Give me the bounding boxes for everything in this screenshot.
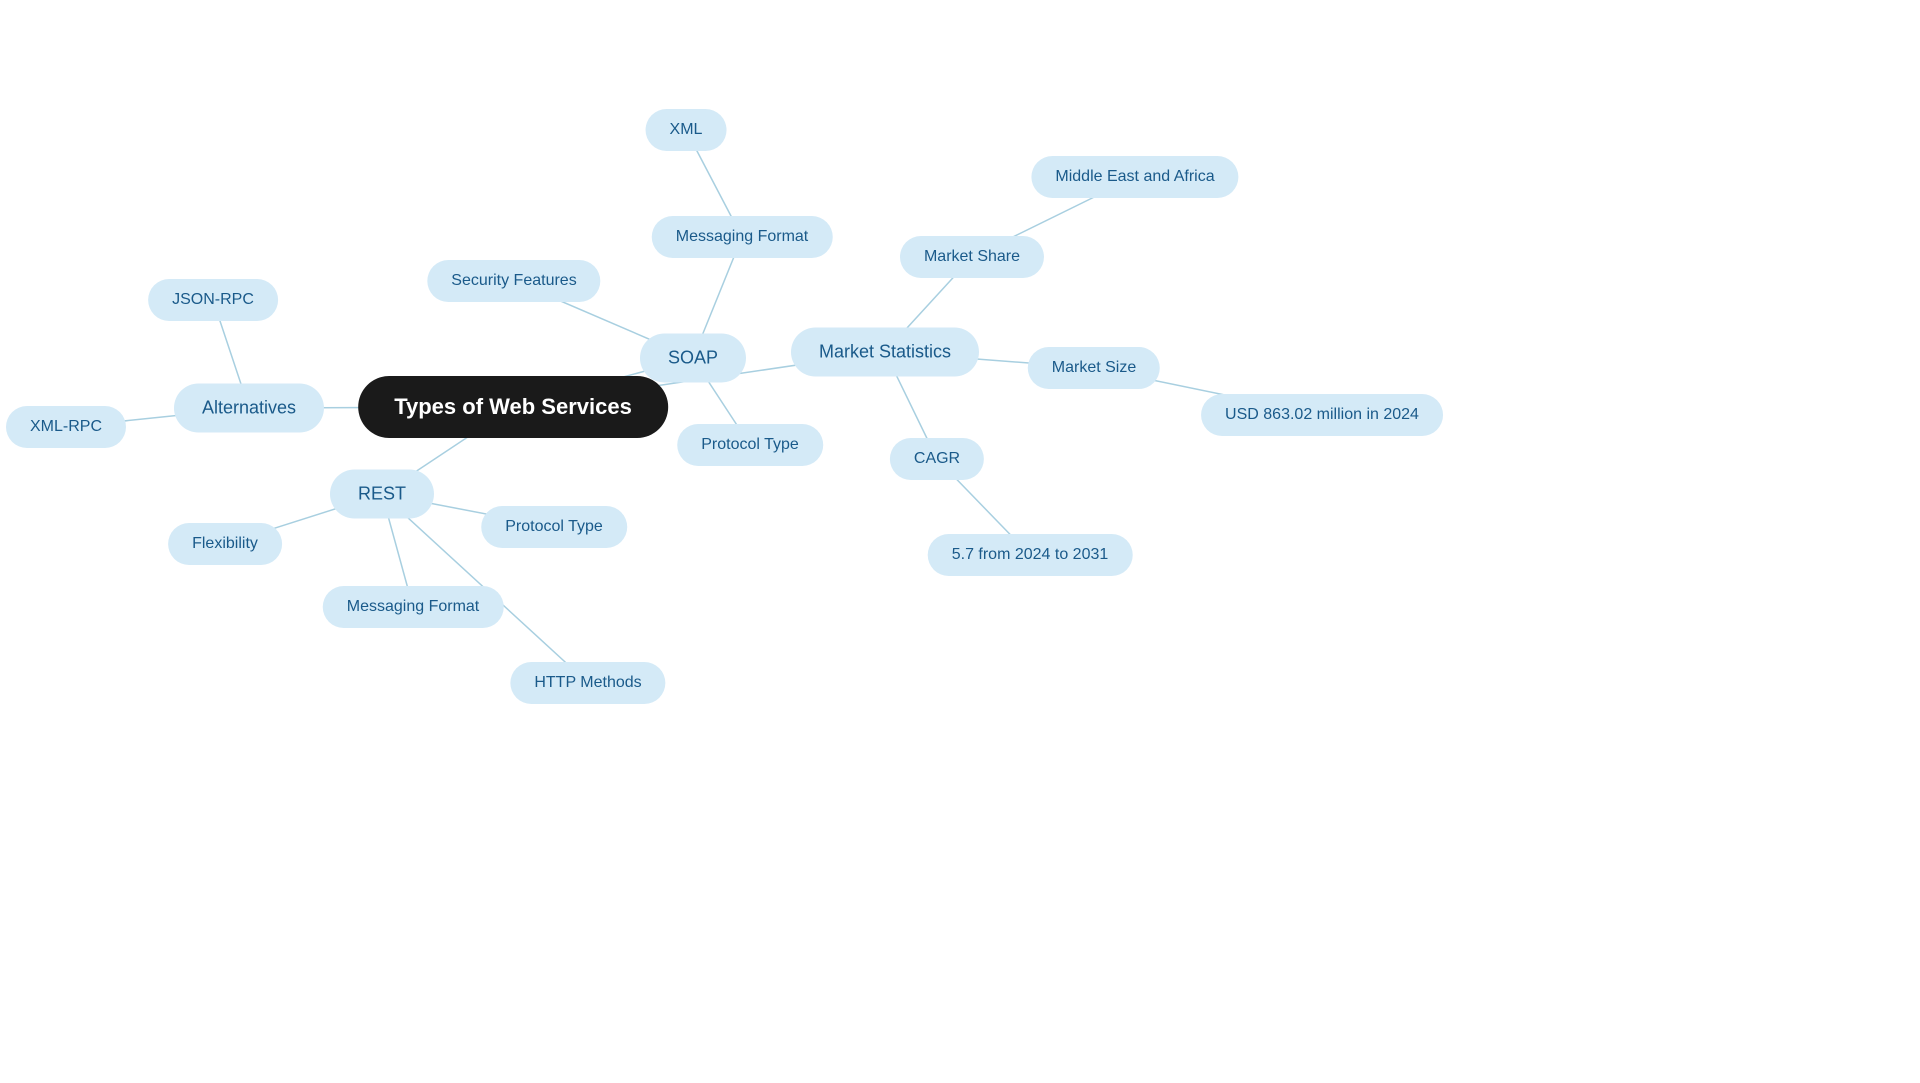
node-market_size[interactable]: Market Size [1028, 347, 1160, 389]
node-rest_flexibility[interactable]: Flexibility [168, 523, 282, 565]
node-market_size_val[interactable]: USD 863.02 million in 2024 [1201, 394, 1443, 436]
node-soap_security[interactable]: Security Features [427, 260, 600, 302]
node-cagr_val[interactable]: 5.7 from 2024 to 2031 [928, 534, 1133, 576]
node-rest_messaging[interactable]: Messaging Format [323, 586, 504, 628]
node-market_stats[interactable]: Market Statistics [791, 328, 979, 377]
node-soap_xml[interactable]: XML [646, 109, 727, 151]
node-rest[interactable]: REST [330, 470, 434, 519]
node-rest_protocol[interactable]: Protocol Type [481, 506, 627, 548]
node-cagr[interactable]: CAGR [890, 438, 984, 480]
node-root[interactable]: Types of Web Services [358, 376, 668, 438]
node-rest_http[interactable]: HTTP Methods [510, 662, 665, 704]
node-alternatives[interactable]: Alternatives [174, 384, 324, 433]
node-alt_jsonrpc[interactable]: JSON-RPC [148, 279, 278, 321]
node-soap[interactable]: SOAP [640, 334, 746, 383]
node-alt_xmlrpc[interactable]: XML-RPC [6, 406, 126, 448]
node-market_share_mea[interactable]: Middle East and Africa [1031, 156, 1238, 198]
node-soap_protocol[interactable]: Protocol Type [677, 424, 823, 466]
node-soap_messaging_format[interactable]: Messaging Format [652, 216, 833, 258]
node-market_share[interactable]: Market Share [900, 236, 1044, 278]
